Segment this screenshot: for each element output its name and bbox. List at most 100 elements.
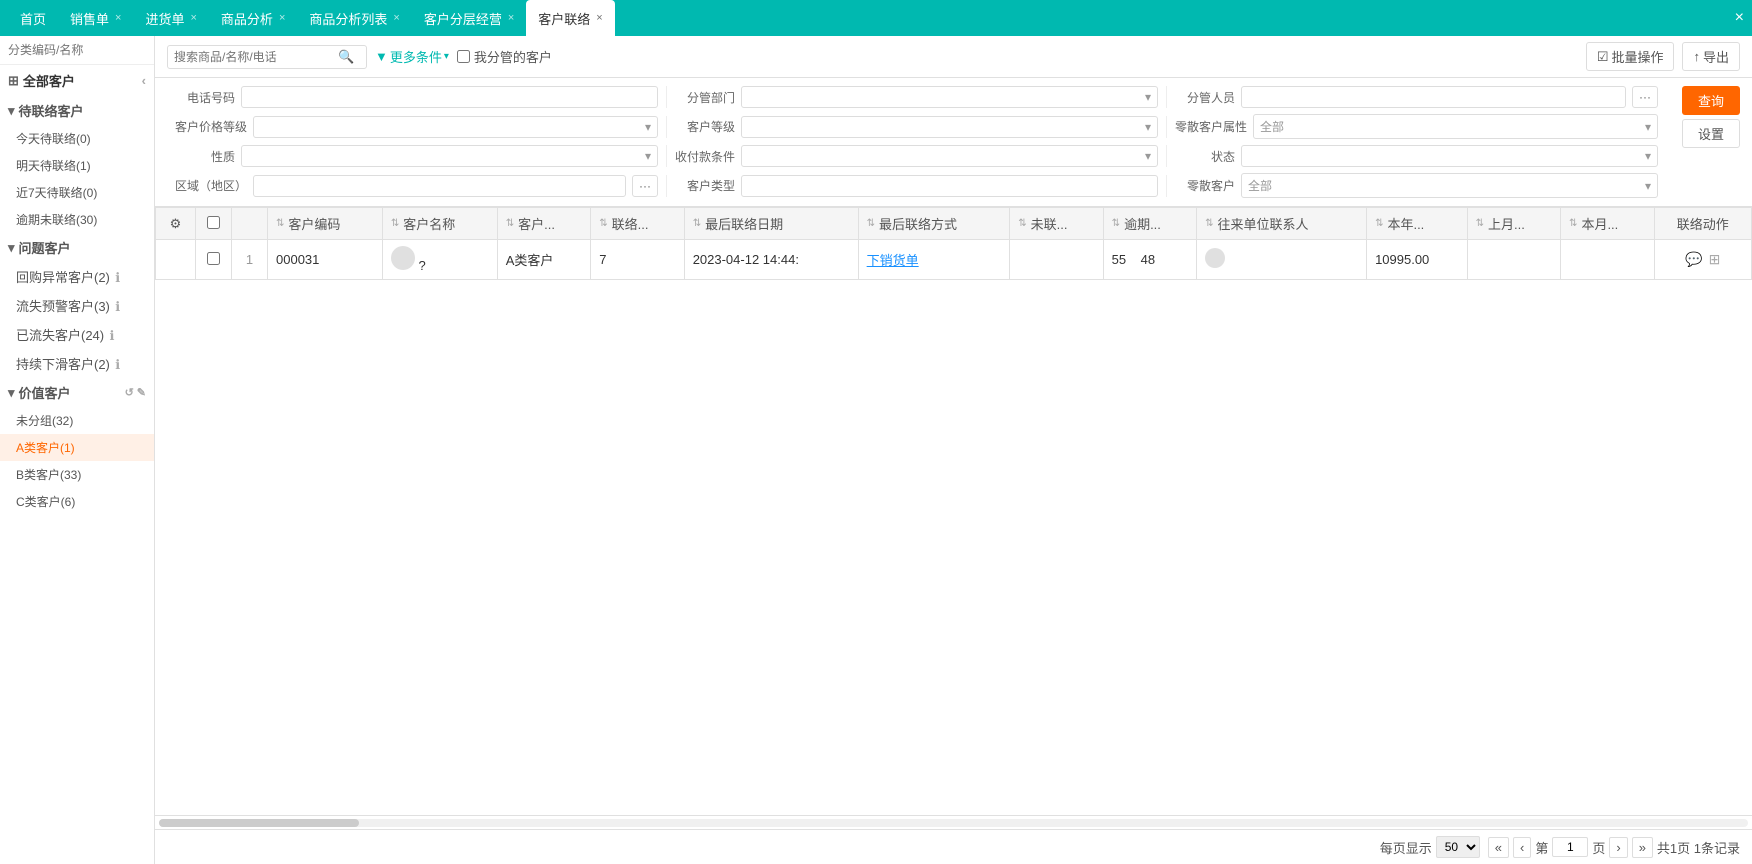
collapse-sidebar-icon[interactable]: ‹ bbox=[142, 73, 146, 88]
th-this-month[interactable]: 本月... bbox=[1561, 208, 1654, 240]
refresh-icon[interactable]: ↺ bbox=[125, 386, 134, 399]
filter-cell-payment: 收付款条件 ▾ bbox=[667, 145, 1167, 167]
row-contact-count: 7 bbox=[591, 240, 684, 280]
filter-icon: ▼ bbox=[375, 49, 388, 64]
my-customers-check[interactable] bbox=[457, 50, 470, 63]
th-gear[interactable]: ⚙ bbox=[156, 208, 196, 240]
qr-action-icon[interactable]: ⊞ bbox=[1709, 251, 1721, 268]
nav-tab-customer-segment[interactable]: 客户分层经营 × bbox=[412, 0, 526, 36]
status-label: 状态 bbox=[1175, 148, 1235, 165]
th-last-method[interactable]: 最后联络方式 bbox=[858, 208, 1010, 240]
dept-select[interactable]: ▾ bbox=[741, 86, 1158, 108]
phone-input[interactable] bbox=[241, 86, 658, 108]
sidebar-item-unclassified[interactable]: 未分组(32) bbox=[0, 407, 154, 434]
my-customers-checkbox[interactable]: 我分管的客户 bbox=[457, 47, 552, 66]
grade-select[interactable]: ▾ bbox=[741, 116, 1158, 138]
sidebar-item-repeat-abnormal[interactable]: 回购异常客户(2) ℹ bbox=[0, 262, 154, 291]
nav-tab-goods-analysis-list[interactable]: 商品分析列表 × bbox=[297, 0, 411, 36]
filter-search-input[interactable] bbox=[174, 50, 334, 64]
retail-select[interactable]: 全部 ▾ bbox=[1241, 173, 1658, 198]
th-type[interactable]: 客户... bbox=[497, 208, 590, 240]
manager-dots[interactable]: ··· bbox=[1632, 86, 1658, 108]
sidebar-section-problem[interactable]: ▾ 问题客户 bbox=[0, 233, 154, 262]
per-page-select[interactable]: 50 bbox=[1436, 836, 1480, 858]
sidebar-item-tomorrow[interactable]: 明天待联络(1) bbox=[0, 152, 154, 179]
region-input[interactable] bbox=[253, 175, 626, 197]
filter-row-4: 区域（地区） ··· 客户类型 零散客户 全部 ▾ bbox=[167, 173, 1666, 198]
filter-cell-phone: 电话号码 bbox=[167, 86, 667, 108]
sidebar-item-class-b[interactable]: B类客户(33) bbox=[0, 461, 154, 488]
more-conditions-button[interactable]: ▼ 更多条件 ▾ bbox=[375, 47, 449, 66]
close-all-button[interactable]: × bbox=[1735, 9, 1744, 27]
close-tab-purchase[interactable]: × bbox=[190, 12, 196, 24]
filter-cell-retail-attr: 零散客户属性 全部 ▾ bbox=[1167, 114, 1666, 139]
export-button[interactable]: ↑ 导出 bbox=[1682, 42, 1740, 71]
export-icon: ↑ bbox=[1693, 49, 1700, 64]
scroll-thumb[interactable] bbox=[159, 819, 359, 827]
phone-label: 电话号码 bbox=[175, 89, 235, 106]
filter-row-3: 性质 ▾ 收付款条件 ▾ bbox=[167, 145, 1666, 167]
th-uncontacted[interactable]: 未联... bbox=[1010, 208, 1103, 240]
retail-attr-select[interactable]: 全部 ▾ bbox=[1253, 114, 1658, 139]
th-last-date[interactable]: 最后联络日期 bbox=[684, 208, 858, 240]
manager-input[interactable] bbox=[1241, 86, 1626, 108]
nav-tab-purchase[interactable]: 进货单 × bbox=[133, 0, 208, 36]
nav-home[interactable]: 首页 bbox=[8, 9, 58, 28]
close-tab-customer-contact[interactable]: × bbox=[596, 12, 602, 24]
horizontal-scrollbar[interactable] bbox=[155, 815, 1752, 829]
region-dots[interactable]: ··· bbox=[632, 175, 658, 197]
sidebar-section-value[interactable]: ▾ 价值客户 ↺ ✎ bbox=[0, 378, 154, 407]
close-tab-sales[interactable]: × bbox=[115, 12, 121, 24]
th-code[interactable]: 客户编码 bbox=[268, 208, 383, 240]
th-last-month[interactable]: 上月... bbox=[1467, 208, 1560, 240]
sidebar-item-7days[interactable]: 近7天待联络(0) bbox=[0, 179, 154, 206]
chevron-down-status: ▾ bbox=[1645, 149, 1651, 163]
settings-button[interactable]: 设置 bbox=[1682, 119, 1740, 148]
first-page-button[interactable]: « bbox=[1488, 837, 1509, 858]
scroll-track[interactable] bbox=[159, 819, 1748, 827]
avatar bbox=[391, 246, 415, 270]
close-tab-customer-segment[interactable]: × bbox=[508, 12, 514, 24]
query-button[interactable]: 查询 bbox=[1682, 86, 1740, 115]
nav-tab-sales[interactable]: 销售单 × bbox=[58, 0, 133, 36]
close-tab-goods-analysis[interactable]: × bbox=[279, 12, 285, 24]
page-number-input[interactable] bbox=[1552, 837, 1588, 857]
status-select[interactable]: ▾ bbox=[1241, 145, 1658, 167]
th-name[interactable]: 客户名称 bbox=[382, 208, 497, 240]
price-grade-select[interactable]: ▾ bbox=[253, 116, 658, 138]
sidebar-item-class-c[interactable]: C类客户(6) bbox=[0, 488, 154, 515]
chevron-down-retail-attr: ▾ bbox=[1645, 120, 1651, 134]
sidebar-item-class-a[interactable]: A类客户(1) bbox=[0, 434, 154, 461]
sidebar-item-overdue[interactable]: 逾期未联络(30) bbox=[0, 206, 154, 233]
chevron-down-icon-2: ▾ bbox=[8, 240, 15, 256]
sidebar-item-lost[interactable]: 已流失客户(24) ℹ bbox=[0, 320, 154, 349]
close-tab-goods-analysis-list[interactable]: × bbox=[393, 12, 399, 24]
edit-icon[interactable]: ✎ bbox=[137, 386, 146, 399]
nav-tab-goods-analysis[interactable]: 商品分析 × bbox=[209, 0, 297, 36]
sidebar-search-input[interactable] bbox=[8, 43, 155, 57]
row-select-checkbox[interactable] bbox=[207, 252, 220, 265]
sidebar-item-continuous-decline[interactable]: 持续下滑客户(2) ℹ bbox=[0, 349, 154, 378]
cust-type-input[interactable] bbox=[741, 175, 1158, 197]
th-contact[interactable]: 联络... bbox=[591, 208, 684, 240]
th-unit-contact[interactable]: 往来单位联系人 bbox=[1197, 208, 1367, 240]
sidebar-all-customers[interactable]: ⊞ 全部客户 ‹ bbox=[0, 65, 154, 96]
next-page-button[interactable]: › bbox=[1609, 837, 1627, 858]
chat-action-icon[interactable]: 💬 bbox=[1685, 251, 1702, 268]
nature-select[interactable]: ▾ bbox=[241, 145, 658, 167]
prev-page-button[interactable]: ‹ bbox=[1513, 837, 1531, 858]
nav-tab-customer-contact[interactable]: 客户联络 × bbox=[526, 0, 614, 36]
th-overdue[interactable]: 逾期... bbox=[1103, 208, 1196, 240]
th-this-year[interactable]: 本年... bbox=[1367, 208, 1468, 240]
search-icon[interactable]: 🔍 bbox=[338, 49, 354, 65]
sidebar-item-today[interactable]: 今天待联络(0) bbox=[0, 125, 154, 152]
sidebar-section-pending[interactable]: ▾ 待联络客户 bbox=[0, 96, 154, 125]
select-all-checkbox[interactable] bbox=[207, 216, 220, 229]
batch-op-button[interactable]: ☑ 批量操作 bbox=[1586, 42, 1675, 71]
sidebar-item-lost-pre[interactable]: 流失预警客户(3) ℹ bbox=[0, 291, 154, 320]
payment-select[interactable]: ▾ bbox=[741, 145, 1158, 167]
gear-icon[interactable]: ⚙ bbox=[170, 216, 182, 231]
manager-label: 分管人员 bbox=[1175, 89, 1235, 106]
last-method-link[interactable]: 下销货单 bbox=[867, 253, 919, 268]
last-page-button[interactable]: » bbox=[1632, 837, 1653, 858]
